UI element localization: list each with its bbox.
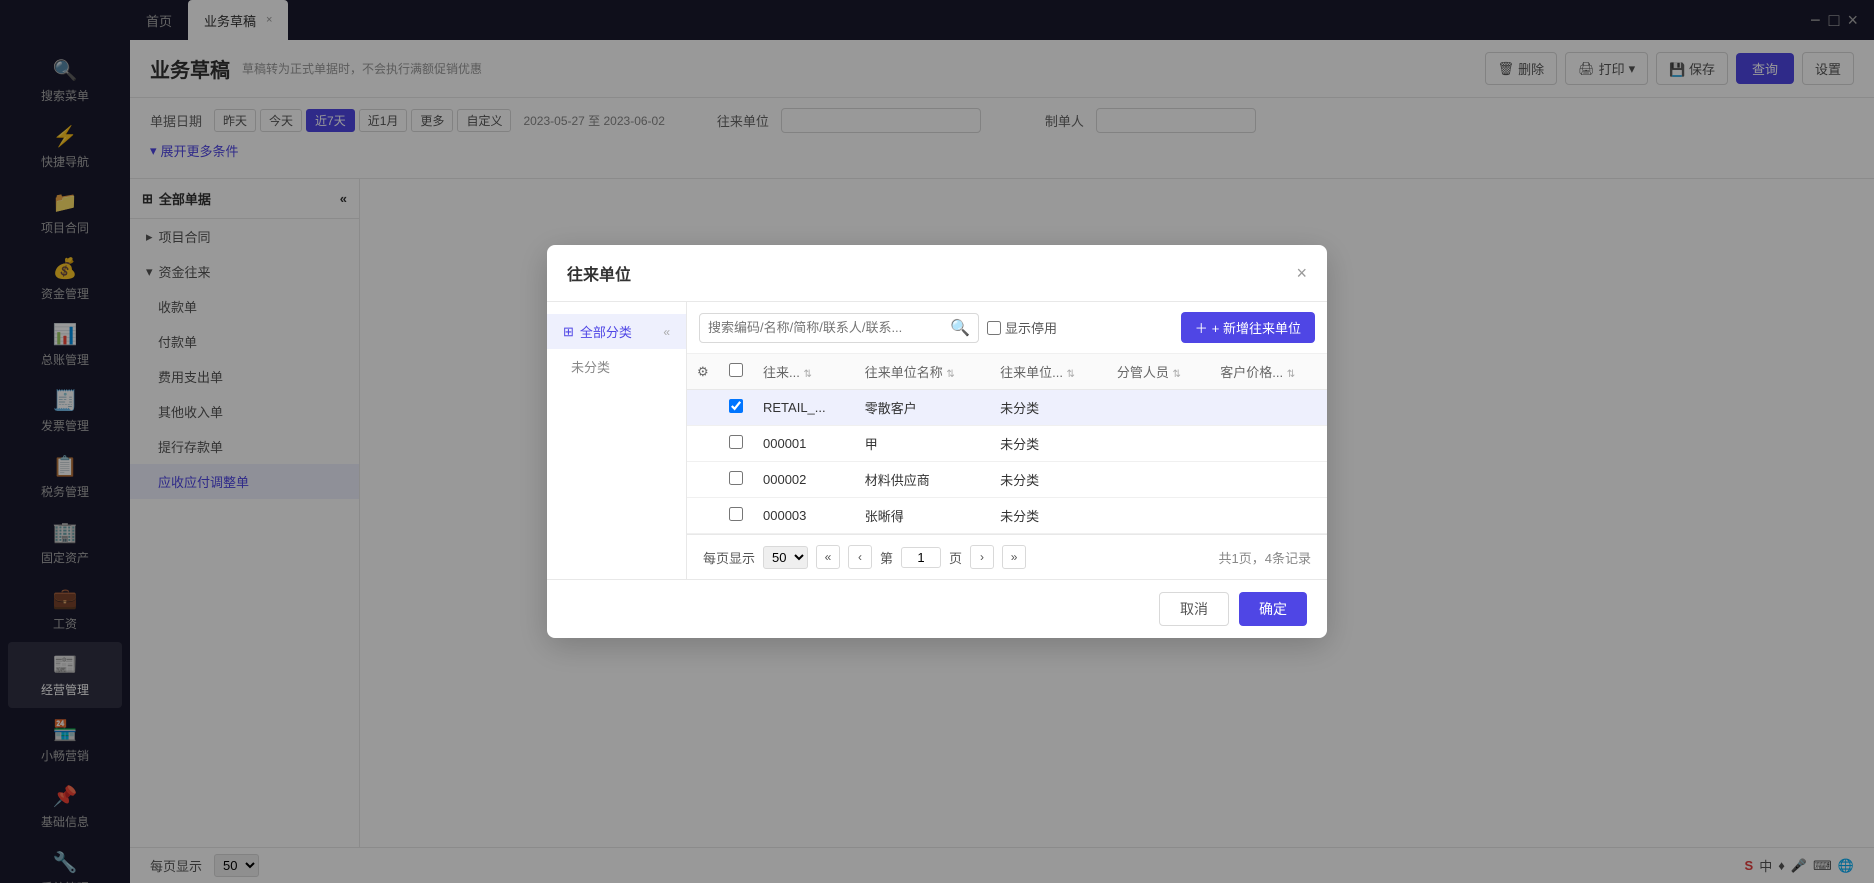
select-all-checkbox[interactable] (729, 363, 743, 377)
row-code-cell: 000001 (753, 426, 855, 462)
row-checkbox-cell[interactable] (719, 462, 753, 498)
modal-search-box[interactable]: 🔍 (699, 313, 979, 343)
page-unit: 页 (949, 548, 962, 567)
row-type-cell: 未分类 (990, 390, 1107, 426)
row-settings-cell (687, 426, 719, 462)
row-manager-cell (1107, 426, 1210, 462)
row-checkbox[interactable] (729, 435, 743, 449)
modal-unit: 往来单位 × ⊞ 全部分类 « 未分类 (547, 245, 1327, 638)
modal-header: 往来单位 × (547, 245, 1327, 302)
row-checkbox-cell[interactable] (719, 498, 753, 534)
row-name-cell: 张晰得 (855, 498, 990, 534)
cancel-button[interactable]: 取消 (1159, 592, 1229, 626)
row-settings-cell (687, 498, 719, 534)
sort-icon-name: ⇅ (946, 369, 954, 380)
sort-icon-price: ⇅ (1287, 369, 1295, 380)
row-price-cell (1210, 498, 1327, 534)
sort-icon-manager: ⇅ (1172, 369, 1180, 380)
row-code-cell: RETAIL_... (753, 390, 855, 426)
table-row[interactable]: RETAIL_... 零散客户 未分类 (687, 390, 1327, 426)
show-disabled-label[interactable]: 显示停用 (987, 318, 1057, 337)
modal-right: 🔍 显示停用 ＋ + 新增往来单位 (687, 302, 1327, 579)
col-manager[interactable]: 分管人员 ⇅ (1107, 354, 1210, 390)
per-page-label: 每页显示 (703, 548, 755, 567)
row-checkbox[interactable] (729, 471, 743, 485)
show-disabled-checkbox[interactable] (987, 321, 1001, 335)
row-settings-cell (687, 462, 719, 498)
modal-search-input[interactable] (708, 320, 944, 335)
col-settings[interactable]: ⚙ (687, 354, 719, 390)
row-checkbox-cell[interactable] (719, 390, 753, 426)
modal-search-icon: 🔍 (950, 318, 970, 338)
row-manager-cell (1107, 390, 1210, 426)
add-unit-button[interactable]: ＋ + 新增往来单位 (1181, 312, 1315, 343)
row-price-cell (1210, 462, 1327, 498)
modal-categories: ⊞ 全部分类 « 未分类 (547, 302, 687, 579)
modal-overlay: 往来单位 × ⊞ 全部分类 « 未分类 (0, 0, 1874, 883)
confirm-button[interactable]: 确定 (1239, 592, 1307, 626)
col-name[interactable]: 往来单位名称 ⇅ (855, 354, 990, 390)
row-manager-cell (1107, 498, 1210, 534)
col-price[interactable]: 客户价格... ⇅ (1210, 354, 1327, 390)
row-checkbox[interactable] (729, 507, 743, 521)
table-row[interactable]: 000001 甲 未分类 (687, 426, 1327, 462)
row-price-cell (1210, 390, 1327, 426)
row-code-cell: 000002 (753, 462, 855, 498)
row-checkbox[interactable] (729, 399, 743, 413)
row-type-cell: 未分类 (990, 426, 1107, 462)
modal-body: ⊞ 全部分类 « 未分类 🔍 显示停 (547, 302, 1327, 579)
row-manager-cell (1107, 462, 1210, 498)
page-label: 第 (880, 548, 893, 567)
modal-title: 往来单位 (567, 261, 631, 285)
plus-icon: ＋ (1195, 318, 1208, 337)
modal-action-footer: 取消 确定 (547, 579, 1327, 638)
row-type-cell: 未分类 (990, 498, 1107, 534)
modal-toolbar: 🔍 显示停用 ＋ + 新增往来单位 (687, 302, 1327, 354)
sort-icon-type: ⇅ (1067, 369, 1075, 380)
row-settings-cell (687, 390, 719, 426)
modal-cat-unclassified[interactable]: 未分类 (547, 349, 686, 384)
modal-cat-all[interactable]: ⊞ 全部分类 « (547, 314, 686, 349)
page-last-btn[interactable]: » (1002, 545, 1026, 569)
col-code[interactable]: 往来... ⇅ (753, 354, 855, 390)
table-header: ⚙ 往来... ⇅ 往来单位名称 ⇅ 往来单位... ⇅ (687, 354, 1327, 390)
modal-close-button[interactable]: × (1296, 263, 1307, 284)
col-checkbox-all[interactable] (719, 354, 753, 390)
row-name-cell: 甲 (855, 426, 990, 462)
row-checkbox-cell[interactable] (719, 426, 753, 462)
modal-pagination: 每页显示 50 « ‹ 第 页 › » 共1页，4条记录 (687, 534, 1327, 579)
table-row[interactable]: 000003 张晰得 未分类 (687, 498, 1327, 534)
table-row[interactable]: 000002 材料供应商 未分类 (687, 462, 1327, 498)
page-number-input[interactable] (901, 547, 941, 568)
page-prev-btn[interactable]: ‹ (848, 545, 872, 569)
row-code-cell: 000003 (753, 498, 855, 534)
col-type[interactable]: 往来单位... ⇅ (990, 354, 1107, 390)
grid-small-icon: ⊞ (563, 324, 574, 340)
row-name-cell: 材料供应商 (855, 462, 990, 498)
sort-icon-code: ⇅ (803, 369, 811, 380)
row-price-cell (1210, 426, 1327, 462)
per-page-select[interactable]: 50 (763, 546, 808, 569)
page-first-btn[interactable]: « (816, 545, 840, 569)
page-next-btn[interactable]: › (970, 545, 994, 569)
modal-table: ⚙ 往来... ⇅ 往来单位名称 ⇅ 往来单位... ⇅ (687, 354, 1327, 534)
row-type-cell: 未分类 (990, 462, 1107, 498)
total-info: 共1页，4条记录 (1219, 548, 1311, 567)
row-name-cell: 零散客户 (855, 390, 990, 426)
cat-collapse-icon[interactable]: « (663, 325, 670, 339)
